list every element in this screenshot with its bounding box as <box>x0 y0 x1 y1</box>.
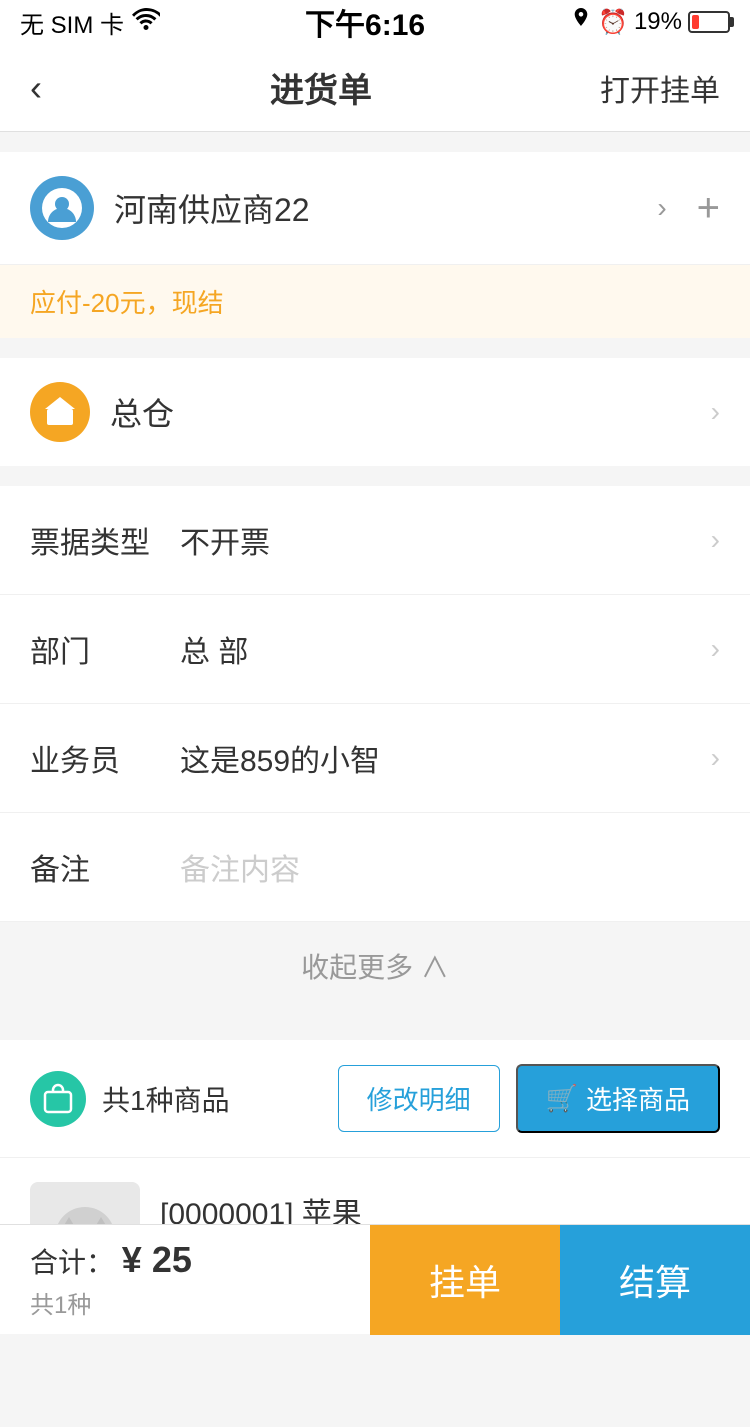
salesperson-value: 这是859的小智 <box>160 736 711 780</box>
section-gap-2 <box>0 338 750 358</box>
supplier-chevron-icon: › <box>657 192 666 224</box>
form-row-department[interactable]: 部门 总 部 › <box>0 595 750 704</box>
salesperson-label: 业务员 <box>30 736 160 780</box>
invoice-type-label: 票据类型 <box>30 518 160 562</box>
supplier-card: 河南供应商22 › + 应付-20元，现结 <box>0 152 750 338</box>
department-label: 部门 <box>30 627 160 671</box>
warehouse-icon <box>30 382 90 442</box>
invoice-type-chevron: › <box>711 524 720 556</box>
back-button[interactable]: ‹ <box>30 67 42 109</box>
nav-bar: ‹ 进货单 打开挂单 <box>0 44 750 132</box>
collapse-more[interactable]: 收起更多 ∧ <box>0 922 750 1010</box>
total-section: 合计： ¥ 25 共1种 <box>0 1239 370 1320</box>
battery-label: 19% <box>634 8 682 36</box>
open-pending-button[interactable]: 打开挂单 <box>600 66 720 110</box>
page-title: 进货单 <box>270 63 372 112</box>
product-header: 共1种商品 修改明细 🛒 选择商品 <box>0 1040 750 1158</box>
select-product-label: 选择商品 <box>586 1080 690 1117</box>
product-icon <box>30 1071 86 1127</box>
status-bar-left: 无 SIM 卡 <box>20 5 160 40</box>
select-product-button[interactable]: 🛒 选择商品 <box>516 1064 720 1133</box>
department-value: 总 部 <box>160 627 711 671</box>
wifi-icon <box>132 8 160 37</box>
form-row-remark[interactable]: 备注 备注内容 <box>0 813 750 922</box>
product-count: 共1种商品 <box>102 1079 338 1119</box>
total-count: 共1种 <box>30 1285 340 1320</box>
form-row-salesperson[interactable]: 业务员 这是859的小智 › <box>0 704 750 813</box>
bottom-bar: 合计： ¥ 25 共1种 挂单 结算 <box>0 1224 750 1334</box>
add-supplier-button[interactable]: + <box>697 186 720 231</box>
invoice-type-value: 不开票 <box>160 518 711 562</box>
warehouse-chevron-icon: › <box>711 396 720 428</box>
battery-icon <box>688 11 730 33</box>
remark-placeholder[interactable]: 备注内容 <box>160 845 720 889</box>
total-row: 合计： ¥ 25 <box>30 1239 340 1281</box>
carrier-label: 无 SIM 卡 <box>20 5 124 40</box>
status-bar-time: 下午6:16 <box>305 0 425 44</box>
warehouse-card: 总仓 › <box>0 358 750 466</box>
checkout-button[interactable]: 结算 <box>560 1225 750 1335</box>
modify-detail-button[interactable]: 修改明细 <box>338 1065 500 1132</box>
form-section: 票据类型 不开票 › 部门 总 部 › 业务员 这是859的小智 › 备注 备注… <box>0 486 750 922</box>
supplier-row[interactable]: 河南供应商22 › + <box>0 152 750 265</box>
remark-label: 备注 <box>30 845 160 889</box>
status-bar-right: ⏰ 19% <box>570 8 730 37</box>
select-product-icon: 🛒 <box>546 1083 578 1114</box>
form-row-invoice-type[interactable]: 票据类型 不开票 › <box>0 486 750 595</box>
collapse-label: 收起更多 ∧ <box>301 946 449 986</box>
supplier-avatar-inner <box>42 188 82 228</box>
location-icon <box>570 8 592 37</box>
warehouse-row[interactable]: 总仓 › <box>0 358 750 466</box>
warehouse-name: 总仓 <box>110 389 711 435</box>
total-label: 合计： <box>30 1247 114 1278</box>
total-amount: ¥ 25 <box>122 1239 192 1280</box>
supplier-name: 河南供应商22 <box>114 185 657 231</box>
status-bar: 无 SIM 卡 下午6:16 ⏰ 19% <box>0 0 750 44</box>
section-gap-3 <box>0 466 750 486</box>
section-gap-4 <box>0 1010 750 1030</box>
payment-note: 应付-20元，现结 <box>0 265 750 338</box>
alarm-icon: ⏰ <box>598 8 628 37</box>
hang-order-button[interactable]: 挂单 <box>370 1225 560 1335</box>
department-chevron: › <box>711 633 720 665</box>
salesperson-chevron: › <box>711 742 720 774</box>
supplier-avatar <box>30 176 94 240</box>
section-gap-1 <box>0 132 750 152</box>
